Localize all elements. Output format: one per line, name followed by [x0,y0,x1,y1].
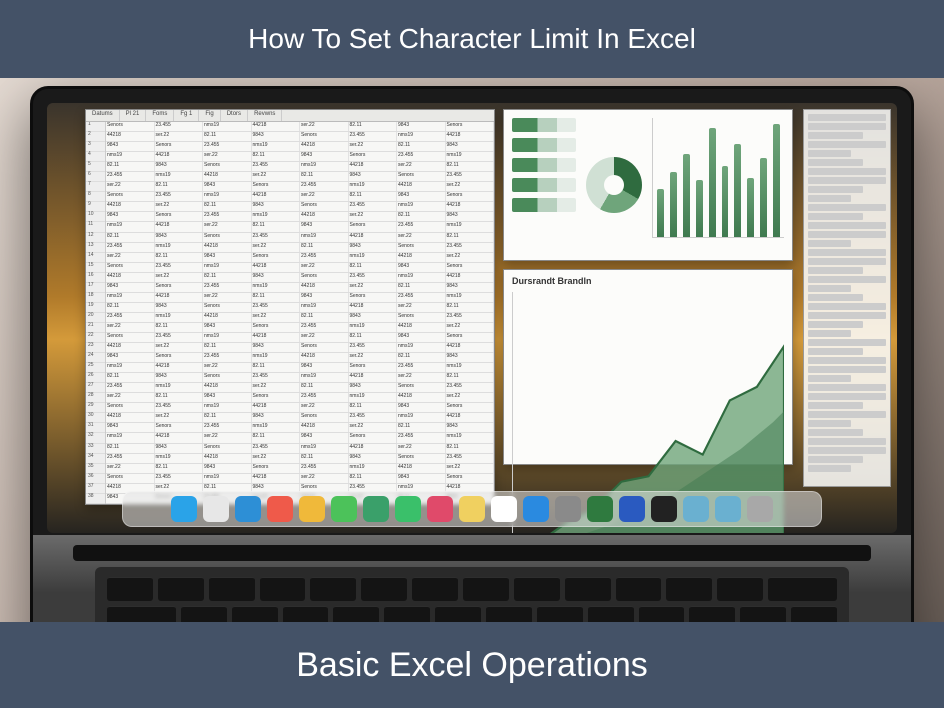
notes-icon [459,496,485,522]
laptop-frame: DatumsPl 21FomsFg 1FigDtorsRevwns 123456… [30,86,914,622]
folder2-icon [715,496,741,522]
ribbon-tab: Pl 21 [120,110,147,121]
mail-icon [235,496,261,522]
spreadsheet-ribbon-tabs: DatumsPl 21FomsFg 1FigDtorsRevwns [86,110,494,122]
ribbon-tab: Revwns [248,110,282,121]
excel-icon [587,496,613,522]
ribbon-tab: Foms [146,110,174,121]
bar [722,166,729,237]
hero-scene: DatumsPl 21FomsFg 1FigDtorsRevwns 123456… [0,78,944,622]
bar [709,128,716,237]
bottom-title: Basic Excel Operations [296,646,648,685]
mini-bar-rows [512,118,576,252]
folder1-icon [683,496,709,522]
cell-grid: Senors23.455nms1944218ser.2282.119843Sen… [106,122,494,504]
maps-icon [363,496,389,522]
laptop-screen: DatumsPl 21FomsFg 1FigDtorsRevwns 123456… [47,103,897,533]
photos-icon [299,496,325,522]
messages-icon [331,496,357,522]
bar-chart [652,118,784,238]
laptop-deck [33,535,911,622]
ribbon-tab: Dtors [221,110,248,121]
bar [760,158,767,237]
appstore-icon [523,496,549,522]
ribbon-tab: Fig [199,110,220,121]
bar [683,154,690,237]
chart-window-bottom: Dursrandt Brandln [503,269,793,465]
word-icon [619,496,645,522]
ribbon-tab: Fg 1 [174,110,199,121]
chart-bottom-title: Dursrandt Brandln [512,276,784,286]
safari-icon [203,496,229,522]
spreadsheet-body: 1234567891011121314151617181920212223242… [86,122,494,504]
finder-icon [171,496,197,522]
bar [734,144,741,237]
top-banner: How To Set Character Limit In Excel [0,0,944,78]
calendar-icon [267,496,293,522]
row-numbers: 1234567891011121314151617181920212223242… [86,122,106,504]
bar [670,172,677,237]
bar [696,180,703,237]
touchbar [73,545,871,561]
settings-icon [555,496,581,522]
bar [747,178,754,238]
ribbon-tab: Datums [86,110,120,121]
terminal-icon [651,496,677,522]
bar [773,124,780,237]
music-icon [427,496,453,522]
side-data-panel [803,109,891,487]
keyboard [95,567,849,622]
macos-dock [122,491,822,527]
bottom-banner: Basic Excel Operations [0,622,944,708]
bar [657,189,664,237]
spreadsheet-window: DatumsPl 21FomsFg 1FigDtorsRevwns 123456… [85,109,495,505]
donut-chart-icon [586,157,642,213]
chart-window-top [503,109,793,261]
reminders-icon [491,496,517,522]
facetime-icon [395,496,421,522]
top-title: How To Set Character Limit In Excel [248,23,696,55]
trash-icon [747,496,773,522]
